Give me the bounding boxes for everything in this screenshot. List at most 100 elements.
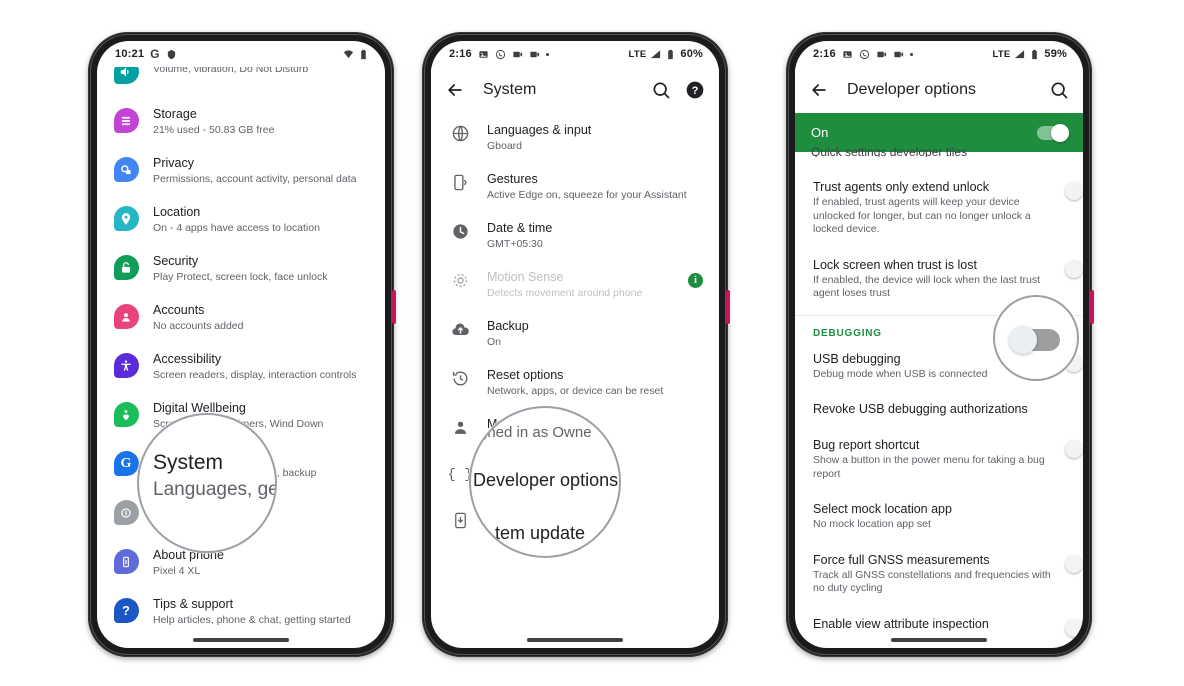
row-title: Force full GNSS measurements [813,552,990,567]
master-toggle-switch[interactable] [1037,123,1069,142]
row-subtitle: Network, apps, or device can be reset [487,385,664,397]
navigation-pill[interactable] [193,638,289,642]
row-title: Security [153,254,199,268]
motion-sense-icon [453,273,467,288]
status-bar: 2:16 LTE 60% [431,41,719,67]
dev-row-select-debug-app[interactable]: Select debug app No debug application se… [795,642,1083,649]
system-row-gestures[interactable]: Gestures Active Edge on, squeeze for you… [431,162,719,211]
privacy-icon [113,157,139,182]
row-title: Backup [487,319,529,333]
row-title: Select mock location app [813,502,952,516]
search-icon[interactable] [651,80,671,100]
settings-row-sound[interactable]: Sound Volume, vibration, Do Not Disturb [97,67,385,97]
dev-row-mock-location[interactable]: Select mock location app No mock locatio… [795,491,1083,542]
system-update-icon [454,512,466,529]
page-title: System [483,81,537,98]
row-title: Digital Wellbeing [153,401,246,415]
storage-icon [113,108,139,133]
video-icon [877,51,886,57]
magnifier-developer-options-row: gned in as Owne Developer options tem up… [469,406,621,558]
dev-row-trust-agents[interactable]: Trust agents only extend unlock If enabl… [795,169,1083,247]
clipped-row-label: Quick settings developer tiles [811,145,968,157]
screenshot-stage: 10:21 G Sound [0,0,1184,686]
navigation-pill[interactable] [891,638,987,642]
settings-row-storage[interactable]: Storage 21% used - 50.83 GB free [97,97,385,146]
row-title: Storage [153,107,197,121]
magnified-title: System [153,451,224,474]
row-subtitle: On [487,336,502,348]
person-icon [454,421,466,434]
system-row-reset-options[interactable]: Reset options Network, apps, or device c… [431,358,719,407]
settings-row-tips-support[interactable]: ? Tips & support Help articles, phone & … [97,587,385,636]
system-row-languages-input[interactable]: Languages & input Gboard [431,113,719,162]
dev-row-revoke-usb[interactable]: Revoke USB debugging authorizations [795,391,1083,427]
row-subtitle: 21% used - 50.83 GB free [153,124,275,136]
row-subtitle: If enabled, trust agents will keep your … [813,196,1031,235]
row-title: Date & time [487,221,553,235]
row-title: Revoke USB debugging authorizations [813,402,1028,416]
settings-row-about-phone-real[interactable]: About phone Pixel 4 XL [97,538,385,587]
dev-row-view-attribute[interactable]: Enable view attribute inspection [795,606,1083,642]
svg-text:?: ? [692,85,699,97]
magnified-usb-debugging-toggle[interactable] [1009,326,1060,354]
back-arrow-icon[interactable] [445,80,465,100]
settings-row-privacy[interactable]: Privacy Permissions, account activity, p… [97,146,385,195]
help-icon[interactable]: ? [685,80,705,100]
settings-row-accounts[interactable]: Accounts No accounts added [97,293,385,342]
info-badge[interactable]: i [688,273,703,288]
row-subtitle: Play Protect, screen lock, face unlock [153,271,328,283]
row-title: Privacy [153,156,194,170]
row-title: Reset options [487,368,564,382]
status-bar: 2:16 LTE 59% [795,41,1083,67]
google-g-icon: G [113,451,139,476]
power-button[interactable] [726,290,730,324]
row-subtitle: Gboard [487,140,523,152]
magnifier-usb-debugging-toggle [993,295,1079,381]
accessibility-icon [113,353,139,378]
magnified-subtitle: Languages, ge [153,479,277,500]
row-subtitle: Show a button in the power menu for taki… [813,454,1045,480]
app-bar: System ? [431,67,719,113]
row-title: Location [153,205,201,219]
search-icon[interactable] [1049,80,1069,100]
row-title: Bug report shortcut [813,438,920,452]
settings-list[interactable]: Sound Volume, vibration, Do Not Disturb … [97,67,385,636]
settings-row-security[interactable]: Security Play Protect, screen lock, face… [97,244,385,293]
globe-icon [452,125,468,142]
battery-icon [1032,49,1038,59]
phone1-screen: 10:21 G Sound [97,41,385,648]
row-title: Motion Sense [487,270,564,284]
image-icon [479,50,488,58]
settings-row-location[interactable]: Location On - 4 apps have access to loca… [97,195,385,244]
whatsapp-icon [859,49,869,59]
person-icon [113,304,139,329]
row-title: Accessibility [153,352,222,366]
page-title: Developer options [847,81,976,98]
wifi-icon [343,49,354,58]
power-button[interactable] [1090,290,1094,324]
power-button[interactable] [392,290,396,324]
system-row-date-time[interactable]: Date & time GMT+05:30 [431,211,719,260]
system-row-backup[interactable]: Backup On [431,309,719,358]
wellbeing-icon [113,402,139,427]
magnified-line-top: gned in as Owne [479,424,592,441]
app-bar: Developer options [795,67,1083,113]
row-title: Accounts [153,303,205,317]
battery-icon [361,49,366,59]
battery-icon [668,49,674,59]
row-subtitle: Help articles, phone & chat, getting sta… [153,614,351,626]
settings-row-accessibility[interactable]: Accessibility Screen readers, display, i… [97,342,385,391]
dot-icon [909,52,913,56]
network-label: LTE [992,48,1011,60]
row-title: Gestures [487,172,538,186]
network-label: LTE [628,48,647,60]
row-title: Languages & input [487,123,592,137]
dev-row-gnss[interactable]: Force full GNSS measurements Track all G… [795,542,1083,606]
gestures-icon [453,174,467,191]
navigation-pill[interactable] [527,638,623,642]
whatsapp-icon [495,49,505,59]
row-subtitle: Permissions, account activity, personal … [153,173,357,185]
back-arrow-icon[interactable] [809,80,829,100]
row-subtitle: Detects movement around phone [487,287,643,299]
dev-row-bug-report[interactable]: Bug report shortcut Show a button in the… [795,427,1083,491]
